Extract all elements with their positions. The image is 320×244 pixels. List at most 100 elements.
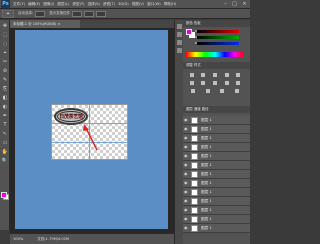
levels-icon[interactable] [201, 73, 206, 77]
transparent-layer-area[interactable]: 日茂茶艺馆 [51, 104, 128, 160]
layer-row[interactable]: ◉ 图层 1 [183, 188, 250, 197]
close-icon[interactable]: × [240, 0, 249, 8]
layer-name: 图层 1 [201, 154, 212, 158]
eye-icon[interactable]: ◉ [184, 163, 188, 167]
layer-row[interactable]: ◉ 图层 1 [183, 197, 250, 206]
menu-select[interactable]: 选择(S) [88, 2, 100, 7]
invert-icon[interactable] [191, 89, 196, 93]
threshold-icon[interactable] [220, 89, 225, 93]
green-slider[interactable] [197, 36, 239, 39]
layer-row[interactable]: ◉ 图层 1 [183, 161, 250, 170]
eye-icon[interactable]: ◉ [184, 226, 188, 230]
bw-icon[interactable] [212, 81, 217, 85]
stamp-tool[interactable]: ⎘ [1, 86, 9, 93]
panel-foreground-swatch[interactable] [186, 29, 192, 35]
eye-icon[interactable]: ◉ [184, 208, 188, 212]
adjustment-icons-row [186, 73, 244, 78]
menu-edit[interactable]: 编辑(E) [28, 2, 40, 7]
photo-filter-icon[interactable] [224, 81, 229, 85]
brush-tool[interactable]: ✎ [1, 77, 9, 84]
menu-type[interactable]: 类型(Y) [72, 2, 84, 7]
quick-select-tool[interactable]: ⌖ [1, 50, 9, 57]
vibrance-icon[interactable] [236, 73, 241, 77]
menu-layer[interactable]: 图层(L) [57, 2, 69, 7]
crop-tool[interactable]: ✂ [1, 59, 9, 66]
exposure-icon[interactable] [224, 73, 229, 77]
maximize-icon[interactable]: □ [230, 0, 239, 8]
mixer-icon[interactable] [236, 81, 241, 85]
layer-row[interactable]: ◉ 图层 1 [183, 206, 250, 215]
canvas-area[interactable]: 日茂茶艺馆 [10, 28, 174, 233]
balance-icon[interactable] [201, 81, 206, 85]
menu-file[interactable]: 文件(F) [13, 2, 25, 7]
eye-icon[interactable]: ◉ [184, 172, 188, 176]
zoom-level[interactable]: 100% [13, 237, 23, 241]
layer-row[interactable]: ◉ 图层 1 [183, 170, 250, 179]
right-panels: 颜色 色板 R G B 调整 样式 [183, 20, 250, 244]
zoom-tool[interactable]: 🔍 [1, 158, 9, 165]
marquee-tool[interactable]: ⬚ [1, 32, 9, 39]
eye-icon[interactable]: ◉ [184, 217, 188, 221]
align-button-2[interactable] [84, 10, 95, 17]
eye-icon[interactable]: ◉ [184, 154, 188, 158]
layer-row[interactable]: ◉ 图层 1 [183, 125, 250, 134]
document-canvas[interactable]: 日茂茶艺馆 [15, 30, 168, 229]
history-icon[interactable] [177, 24, 182, 29]
minimize-icon[interactable]: – [221, 0, 230, 8]
eye-icon[interactable]: ◉ [184, 181, 188, 185]
auto-select-dropdown[interactable] [35, 10, 46, 17]
posterize-icon[interactable] [205, 89, 210, 93]
eye-icon[interactable]: ◉ [184, 118, 188, 122]
menu-window[interactable]: 窗口(W) [147, 2, 161, 7]
eye-icon[interactable]: ◉ [184, 145, 188, 149]
document-tab[interactable]: 未标题-1 @ 100%(RGB/8) × [10, 20, 80, 28]
blue-slider[interactable] [197, 42, 239, 45]
eye-icon[interactable]: ◉ [184, 127, 188, 131]
pen-tool[interactable]: ✒ [1, 113, 9, 120]
shape-tool[interactable]: ▭ [1, 140, 9, 147]
eye-icon[interactable]: ◉ [184, 199, 188, 203]
layer-row[interactable]: ◉ 图层 1 [183, 143, 250, 152]
gradient-map-icon[interactable] [234, 89, 239, 93]
align-button[interactable] [72, 10, 83, 17]
menu-view[interactable]: 视图(V) [132, 2, 144, 7]
panel-icon-strip [174, 20, 183, 244]
eye-icon[interactable]: ◉ [184, 190, 188, 194]
menu-3d[interactable]: 3D(D) [118, 2, 129, 6]
foreground-color-swatch[interactable] [1, 192, 7, 198]
lasso-tool[interactable]: ◌ [1, 41, 9, 48]
layer-row[interactable]: ◉ 图层 1 [183, 134, 250, 143]
color-ramp[interactable] [186, 52, 244, 57]
layer-row[interactable]: ◉ 图层 1 [183, 224, 250, 233]
gradient-tool[interactable]: ◐ [1, 104, 9, 111]
layer-row[interactable]: ◉ 图层 1 [183, 116, 250, 125]
tab-layers[interactable]: 图层 通道 路径 [183, 106, 250, 113]
properties-icon[interactable] [177, 32, 182, 37]
menu-filter[interactable]: 滤镜(T) [103, 2, 115, 7]
layer-name: 图层 1 [201, 127, 212, 131]
show-transform-label[interactable]: 显示变换控件 [49, 11, 70, 16]
layer-row[interactable]: ◉ 图层 1 [183, 215, 250, 224]
character-icon[interactable] [177, 40, 182, 45]
move-tool-icon[interactable]: ⌖ [2, 9, 14, 18]
red-slider[interactable] [197, 30, 239, 33]
path-select-tool[interactable]: ↖ [1, 131, 9, 138]
align-button-3[interactable] [96, 10, 107, 17]
hue-icon[interactable] [189, 81, 194, 85]
move-tool[interactable]: ✥ [1, 23, 9, 30]
tab-adjustments[interactable]: 调整 样式 [183, 62, 250, 69]
eyedropper-tool[interactable]: ⊘ [1, 68, 9, 75]
eraser-tool[interactable]: ◧ [1, 95, 9, 102]
status-bar: 100% 文档:1.79M/4.02M [10, 233, 174, 244]
layer-row[interactable]: ◉ 图层 1 [183, 152, 250, 161]
menu-help[interactable]: 帮助(H) [164, 2, 177, 7]
brightness-icon[interactable] [189, 73, 194, 77]
type-tool[interactable]: T [1, 122, 9, 129]
paragraph-icon[interactable] [177, 48, 182, 53]
eye-icon[interactable]: ◉ [184, 136, 188, 140]
menu-image[interactable]: 图像(I) [43, 2, 54, 7]
layer-row[interactable]: ◉ 图层 1 [183, 179, 250, 188]
tab-color[interactable]: 颜色 色板 [183, 20, 250, 27]
curves-icon[interactable] [212, 73, 217, 77]
hand-tool[interactable]: ✋ [1, 149, 9, 156]
